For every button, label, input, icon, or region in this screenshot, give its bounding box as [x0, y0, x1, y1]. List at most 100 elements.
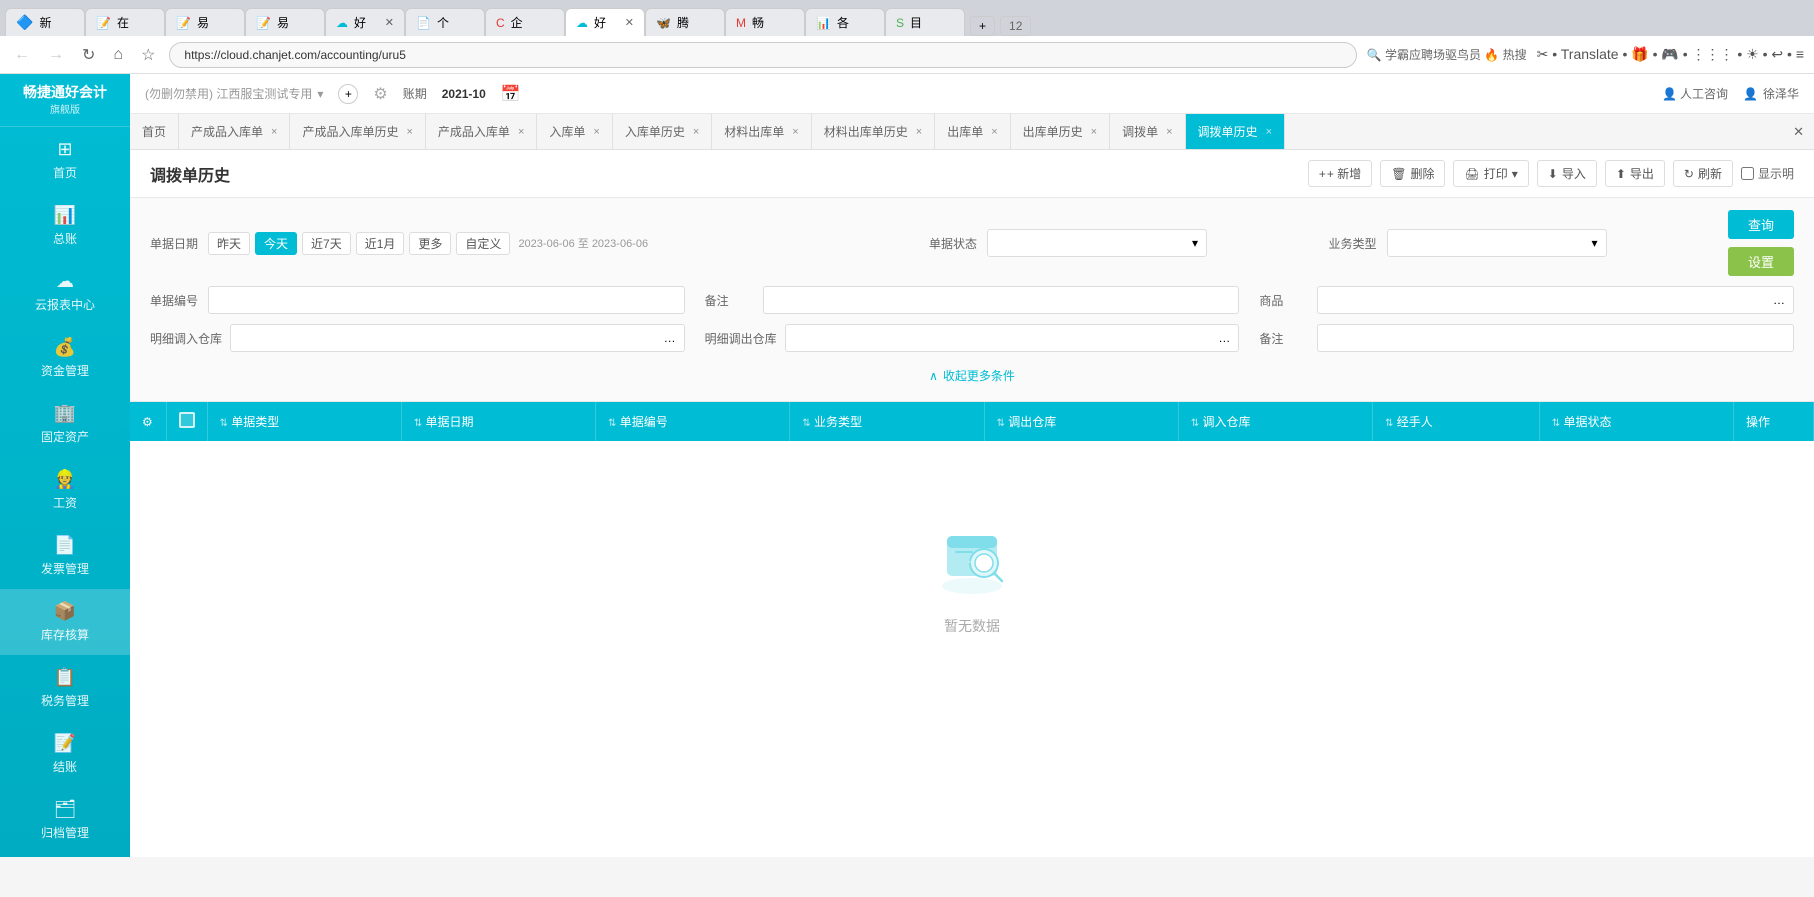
- sidebar-item-salary[interactable]: 👷 工资: [0, 457, 130, 523]
- delete-btn[interactable]: 🗑 删除: [1380, 160, 1445, 187]
- page-tab-transfer-hist[interactable]: 调拨单历史 ×: [1186, 114, 1285, 150]
- date-btn-more[interactable]: 更多: [409, 232, 451, 255]
- refresh-action-btn[interactable]: ↻ 刷新: [1673, 160, 1733, 187]
- th-gear[interactable]: ⚙: [130, 402, 166, 441]
- add-company-btn[interactable]: +: [338, 84, 358, 104]
- browser-tab-11[interactable]: S 目: [885, 8, 965, 36]
- back-btn[interactable]: ←: [10, 42, 34, 68]
- th-check[interactable]: [166, 402, 207, 441]
- show-all-checkbox[interactable]: [1741, 167, 1754, 180]
- home-btn[interactable]: ⌂: [109, 42, 127, 68]
- close-mat-out[interactable]: ×: [792, 126, 798, 138]
- page-tab-mat-out-hist[interactable]: 材料出库单历史 ×: [812, 114, 935, 150]
- close-transfer[interactable]: ×: [1166, 126, 1172, 138]
- close-prod-in-hist[interactable]: ×: [406, 126, 412, 138]
- browser-tab-3[interactable]: 📝 易: [245, 8, 325, 36]
- export-btn[interactable]: ⬆ 导出: [1605, 160, 1665, 187]
- sidebar-item-inventory[interactable]: 📦 库存核算: [0, 589, 130, 655]
- th-handler[interactable]: ⇅ 经手人: [1373, 402, 1540, 441]
- close-prod-in2[interactable]: ×: [518, 126, 524, 138]
- date-btn-1month[interactable]: 近1月: [356, 232, 405, 255]
- close-in-hist[interactable]: ×: [693, 126, 699, 138]
- browser-tab-0[interactable]: 🔷 新: [5, 8, 85, 36]
- page-tab-prod-in2[interactable]: 产成品入库单 ×: [426, 114, 537, 150]
- close-mat-out-hist[interactable]: ×: [916, 126, 922, 138]
- detail-out-select[interactable]: …: [785, 324, 1240, 352]
- sidebar-item-ledger[interactable]: 📊 总账: [0, 193, 130, 259]
- star-btn[interactable]: ☆: [137, 41, 159, 69]
- page-tab-out[interactable]: 出库单 ×: [935, 114, 1010, 150]
- th-number[interactable]: ⇅ 单据编号: [596, 402, 790, 441]
- th-out-wh[interactable]: ⇅ 调出仓库: [984, 402, 1178, 441]
- browser-tab-5[interactable]: 📄 个: [405, 8, 485, 36]
- th-status[interactable]: ⇅ 单据状态: [1539, 402, 1733, 441]
- extensions-area[interactable]: ✂ • Translate • 🎁 • 🎮 • ⋮⋮⋮ • ☀ • ↩ • ≡: [1537, 46, 1804, 63]
- filter-settings-btn[interactable]: 设置: [1728, 247, 1794, 276]
- date-btn-custom[interactable]: 自定义: [456, 232, 510, 255]
- gear-settings-icon[interactable]: ⚙: [373, 84, 387, 104]
- import-btn[interactable]: ⬇ 导入: [1537, 160, 1597, 187]
- browser-tab-10[interactable]: 📊 各: [805, 8, 885, 36]
- browser-tab-7[interactable]: ☁ 好 ✕: [565, 8, 645, 36]
- address-input[interactable]: [169, 42, 1356, 68]
- calendar-icon[interactable]: 📅: [501, 84, 521, 104]
- header-checkbox[interactable]: [179, 412, 195, 428]
- close-in[interactable]: ×: [593, 126, 599, 138]
- tab-nav-close-btn[interactable]: ✕: [1783, 124, 1814, 140]
- th-in-wh[interactable]: ⇅ 调入仓库: [1178, 402, 1372, 441]
- new-tab-btn[interactable]: +: [970, 16, 995, 36]
- browser-tab-9[interactable]: M 畅: [725, 8, 805, 36]
- th-date[interactable]: ⇅ 单据日期: [401, 402, 595, 441]
- close-out[interactable]: ×: [991, 126, 997, 138]
- biztype-select[interactable]: ▾: [1387, 229, 1607, 257]
- page-tab-prod-in-hist[interactable]: 产成品入库单历史 ×: [290, 114, 425, 150]
- page-tab-prod-in[interactable]: 产成品入库单 ×: [179, 114, 290, 150]
- collapse-btn[interactable]: ∧ 收起更多条件: [150, 362, 1794, 389]
- refresh-btn[interactable]: ↻: [78, 41, 99, 69]
- tab-close-4[interactable]: ✕: [385, 16, 394, 29]
- sidebar-item-closing[interactable]: 📝 结账: [0, 721, 130, 787]
- show-all-toggle[interactable]: 显示明: [1741, 165, 1794, 182]
- remark2-input[interactable]: [1317, 324, 1794, 352]
- company-selector[interactable]: (勿删勿禁用) 江西服宝测试专用 ▾: [145, 85, 323, 102]
- new-record-btn[interactable]: + + 新增: [1308, 160, 1372, 187]
- close-transfer-hist[interactable]: ×: [1266, 126, 1272, 138]
- page-tab-in-hist[interactable]: 入库单历史 ×: [613, 114, 712, 150]
- sidebar-item-archive[interactable]: 🗂 归档管理: [0, 787, 130, 853]
- close-prod-in[interactable]: ×: [271, 126, 277, 138]
- goods-select[interactable]: …: [1317, 286, 1794, 314]
- page-tab-in[interactable]: 入库单 ×: [537, 114, 612, 150]
- date-btn-7days[interactable]: 近7天: [302, 232, 351, 255]
- forward-btn[interactable]: →: [44, 42, 68, 68]
- browser-tab-6[interactable]: C 企: [485, 8, 565, 36]
- user-info[interactable]: 👤 徐泽华: [1743, 85, 1799, 102]
- detail-in-select[interactable]: …: [230, 324, 685, 352]
- sidebar-item-reports[interactable]: ☁ 云报表中心: [0, 259, 130, 325]
- query-btn[interactable]: 查询: [1728, 210, 1794, 239]
- sidebar-item-settings[interactable]: ⚙ 基础设置: [0, 853, 130, 857]
- sidebar-item-funds[interactable]: 💰 资金管理: [0, 325, 130, 391]
- close-out-hist[interactable]: ×: [1091, 126, 1097, 138]
- th-type[interactable]: ⇅ 单据类型: [207, 402, 401, 441]
- page-tab-mat-out[interactable]: 材料出库单 ×: [712, 114, 811, 150]
- number-input[interactable]: [208, 286, 685, 314]
- browser-tab-8[interactable]: 🦋 腾: [645, 8, 725, 36]
- sidebar-item-tax[interactable]: 📋 税务管理: [0, 655, 130, 721]
- date-btn-yesterday[interactable]: 昨天: [208, 232, 250, 255]
- browser-tab-1[interactable]: 📝 在: [85, 8, 165, 36]
- sidebar-item-home[interactable]: ⊞ 首页: [0, 127, 130, 193]
- consultation-btn[interactable]: 👤 人工咨询: [1662, 85, 1728, 102]
- tab-close-7[interactable]: ✕: [625, 16, 634, 29]
- page-tab-transfer[interactable]: 调拨单 ×: [1110, 114, 1185, 150]
- browser-tab-2[interactable]: 📝 易: [165, 8, 245, 36]
- browser-tab-4[interactable]: ☁ 好 ✕: [325, 8, 405, 36]
- th-biztype[interactable]: ⇅ 业务类型: [790, 402, 984, 441]
- remark-input[interactable]: [763, 286, 1240, 314]
- page-tab-out-hist[interactable]: 出库单历史 ×: [1011, 114, 1110, 150]
- sidebar-item-invoice[interactable]: 📄 发票管理: [0, 523, 130, 589]
- sidebar-item-assets[interactable]: 🏢 固定资产: [0, 391, 130, 457]
- page-tab-home[interactable]: 首页: [130, 114, 179, 150]
- status-select[interactable]: ▾: [987, 229, 1207, 257]
- date-btn-today[interactable]: 今天: [255, 232, 297, 255]
- print-btn[interactable]: 🖨 打印 ▾: [1453, 160, 1528, 187]
